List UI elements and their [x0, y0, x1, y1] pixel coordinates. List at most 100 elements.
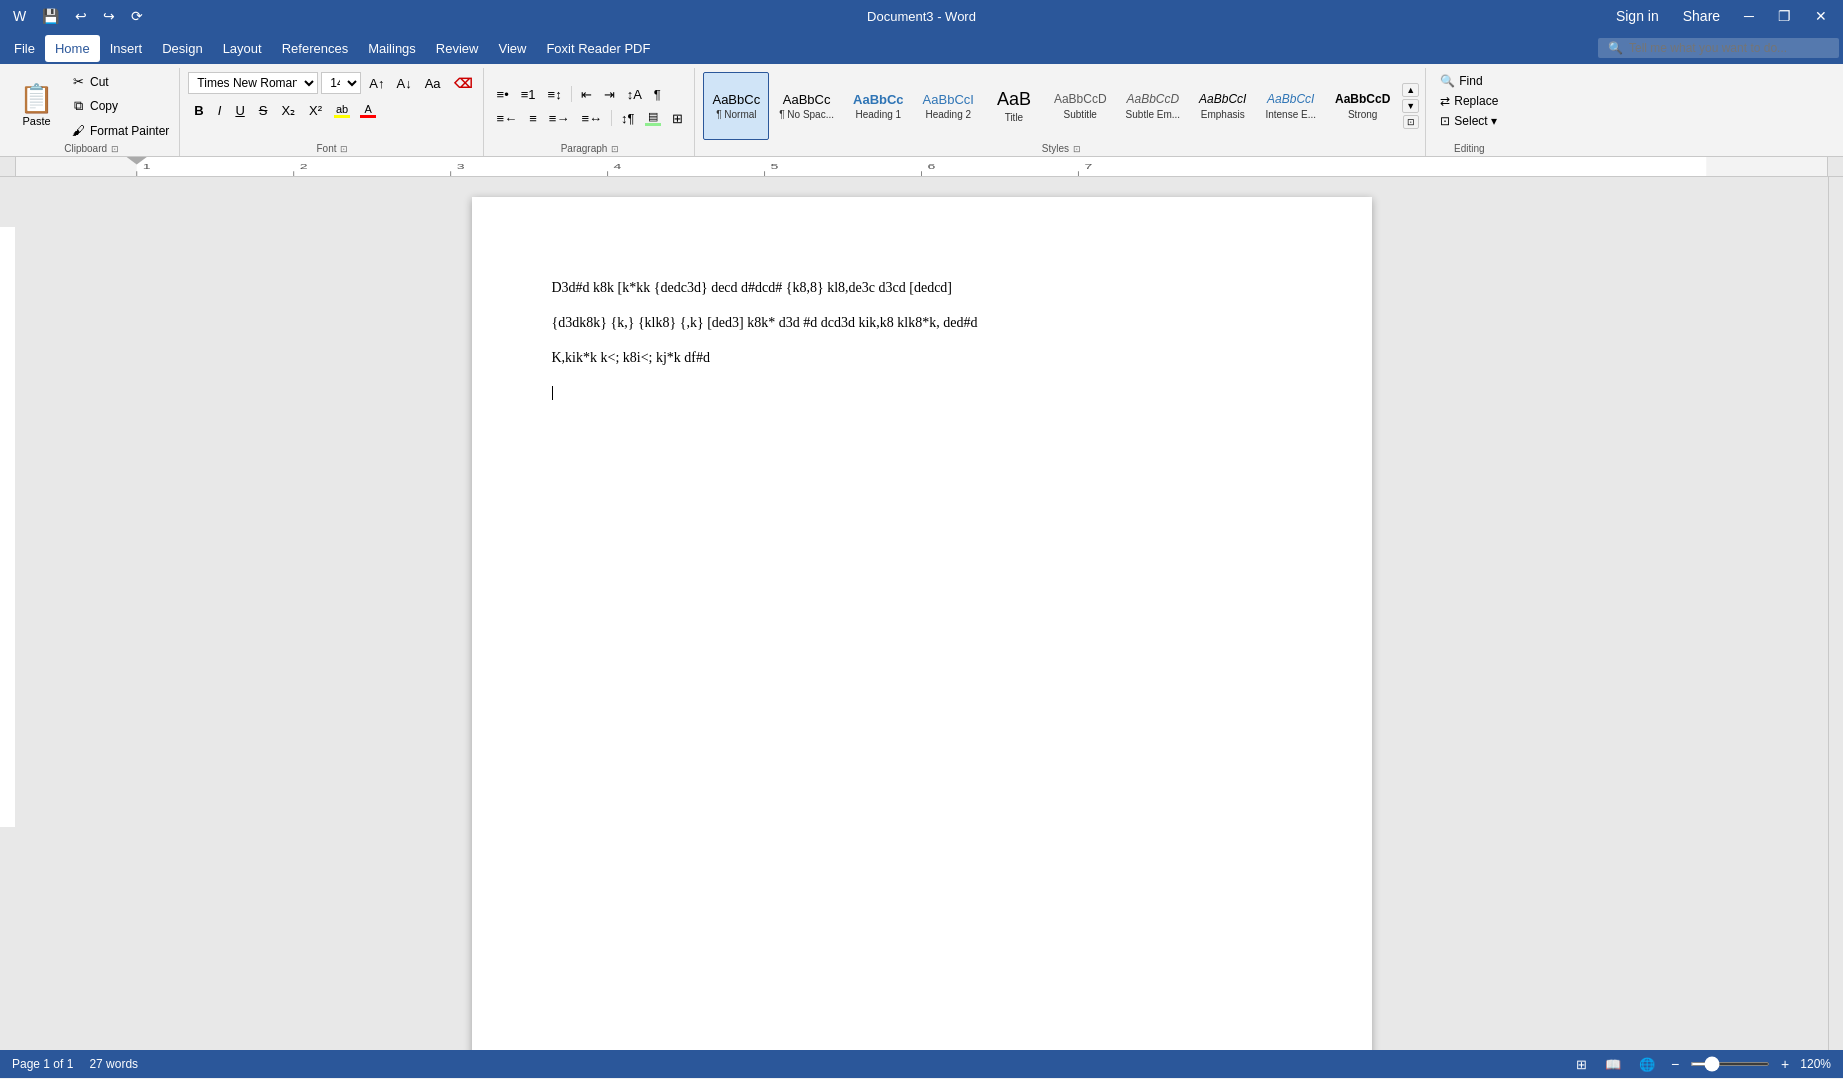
menu-foxit[interactable]: Foxit Reader PDF	[536, 35, 660, 62]
format-painter-button[interactable]: 🖌 Format Painter	[66, 121, 173, 140]
style-subtle-em[interactable]: AaBbCcD Subtle Em...	[1117, 72, 1189, 140]
shading-button[interactable]: ▤	[641, 108, 665, 128]
read-mode-button[interactable]: 📖	[1600, 1055, 1626, 1074]
minimize-button[interactable]: ─	[1736, 4, 1762, 28]
italic-button[interactable]: I	[212, 100, 228, 121]
paste-button[interactable]: 📋 Paste	[10, 72, 63, 140]
menu-mailings[interactable]: Mailings	[358, 35, 426, 62]
menu-review[interactable]: Review	[426, 35, 489, 62]
redo-button[interactable]: ↪	[98, 6, 120, 26]
highlight-color-bar	[334, 115, 350, 118]
document-page[interactable]: D3d#d k8k [k*kk {dedc3d} decd d#dcd# {k8…	[472, 197, 1372, 1050]
word-count: 27 words	[89, 1057, 138, 1071]
font-name-select[interactable]: Times New Roman	[188, 72, 318, 94]
align-left-button[interactable]: ≡←	[492, 108, 523, 129]
clear-format-button[interactable]: ⌫	[449, 73, 477, 94]
style-subtitle[interactable]: AaBbCcD Subtitle	[1045, 72, 1116, 140]
cut-button[interactable]: ✂ Cut	[66, 72, 173, 91]
menu-file[interactable]: File	[4, 35, 45, 62]
zoom-level: 120%	[1800, 1057, 1831, 1071]
paragraph-expand-icon[interactable]: ⊡	[611, 144, 619, 154]
style-emphasis[interactable]: AaBbCcI Emphasis	[1190, 72, 1255, 140]
spinner-button[interactable]: ⟳	[126, 6, 148, 26]
font-expand-icon[interactable]: ⊡	[340, 144, 348, 154]
find-label: Find	[1459, 74, 1482, 88]
multilevel-button[interactable]: ≡↕	[543, 84, 567, 105]
decrease-indent-button[interactable]: ⇤	[576, 84, 597, 105]
align-center-button[interactable]: ≡	[524, 108, 542, 129]
clipboard-expand-icon[interactable]: ⊡	[111, 144, 119, 154]
styles-expand-button[interactable]: ⊡	[1403, 115, 1419, 129]
underline-button[interactable]: U	[229, 100, 250, 121]
menu-layout[interactable]: Layout	[213, 35, 272, 62]
menu-design[interactable]: Design	[152, 35, 212, 62]
styles-scroll-up-button[interactable]: ▲	[1402, 83, 1419, 97]
share-button[interactable]: Share	[1675, 4, 1728, 28]
superscript-button[interactable]: X²	[303, 100, 328, 121]
style-intense-em[interactable]: AaBbCcI Intense E...	[1256, 72, 1325, 140]
menu-view[interactable]: View	[488, 35, 536, 62]
style-subtle-em-preview: AaBbCcD	[1126, 92, 1179, 106]
search-input[interactable]	[1629, 41, 1829, 55]
styles-expand-icon[interactable]: ⊡	[1073, 144, 1081, 154]
bullets-button[interactable]: ≡•	[492, 84, 514, 105]
zoom-in-button[interactable]: +	[1778, 1056, 1792, 1072]
menu-home[interactable]: Home	[45, 35, 100, 62]
menu-insert[interactable]: Insert	[100, 35, 153, 62]
copy-button[interactable]: ⧉ Copy	[66, 96, 173, 116]
select-button[interactable]: ⊡ Select ▾	[1434, 112, 1504, 130]
increase-font-button[interactable]: A↑	[364, 73, 389, 94]
font-color-button[interactable]: A	[356, 101, 380, 120]
style-heading1[interactable]: AaBbCc Heading 1	[844, 72, 913, 140]
close-button[interactable]: ✕	[1807, 4, 1835, 28]
sign-in-button[interactable]: Sign in	[1608, 4, 1667, 28]
styles-scroll-down-button[interactable]: ▼	[1402, 99, 1419, 113]
format-painter-label: Format Painter	[90, 124, 169, 138]
strikethrough-button[interactable]: S	[253, 100, 274, 121]
show-formatting-button[interactable]: ¶	[649, 84, 666, 105]
style-title[interactable]: AaB Title	[984, 72, 1044, 140]
ruler-right-margin	[1828, 157, 1843, 176]
word-icon[interactable]: W	[8, 6, 31, 26]
sort-button[interactable]: ↕A	[622, 84, 647, 105]
style-no-spacing[interactable]: AaBbCc ¶ No Spac...	[770, 72, 843, 140]
style-normal[interactable]: AaBbCc ¶ Normal	[703, 72, 769, 140]
undo-button[interactable]: ↩	[70, 6, 92, 26]
find-button[interactable]: 🔍 Find	[1434, 72, 1504, 90]
svg-text:3: 3	[457, 163, 465, 170]
subscript-button[interactable]: X₂	[275, 100, 301, 121]
style-intense-em-label: Intense E...	[1265, 109, 1316, 120]
style-strong[interactable]: AaBbCcD Strong	[1326, 72, 1399, 140]
page-info: Page 1 of 1	[12, 1057, 73, 1071]
ruler-left-margin	[0, 157, 15, 176]
style-strong-label: Strong	[1348, 109, 1377, 120]
main-area: D3d#d k8k [k*kk {dedc3d} decd d#dcd# {k8…	[0, 177, 1843, 1050]
justify-button[interactable]: ≡↔	[576, 108, 607, 129]
document-container[interactable]: D3d#d k8k [k*kk {dedc3d} decd d#dcd# {k8…	[15, 177, 1828, 1050]
align-right-button[interactable]: ≡→	[544, 108, 575, 129]
replace-button[interactable]: ⇄ Replace	[1434, 92, 1504, 110]
vertical-scrollbar[interactable]	[1828, 177, 1843, 1050]
numbering-button[interactable]: ≡1	[516, 84, 541, 105]
menu-references[interactable]: References	[272, 35, 358, 62]
bold-button[interactable]: B	[188, 100, 209, 121]
save-button[interactable]: 💾	[37, 6, 64, 26]
zoom-out-button[interactable]: −	[1668, 1056, 1682, 1072]
line-spacing-button[interactable]: ↕¶	[616, 108, 639, 129]
restore-button[interactable]: ❐	[1770, 4, 1799, 28]
font-size-select[interactable]: 14	[321, 72, 361, 94]
zoom-slider[interactable]	[1690, 1062, 1770, 1066]
decrease-font-button[interactable]: A↓	[392, 73, 417, 94]
increase-indent-button[interactable]: ⇥	[599, 84, 620, 105]
style-emphasis-preview: AaBbCcI	[1199, 92, 1246, 106]
web-layout-button[interactable]: 🌐	[1634, 1055, 1660, 1074]
style-heading1-preview: AaBbCc	[853, 92, 904, 108]
change-case-button[interactable]: Aa	[420, 73, 446, 94]
style-heading2[interactable]: AaBbCcI Heading 2	[914, 72, 983, 140]
text-highlight-button[interactable]: ab	[330, 101, 354, 120]
borders-button[interactable]: ⊞	[667, 108, 688, 129]
editing-group: 🔍 Find ⇄ Replace ⊡ Select ▾ Editing	[1428, 68, 1510, 156]
clipboard-label: Clipboard	[64, 143, 107, 154]
print-layout-button[interactable]: ⊞	[1571, 1055, 1592, 1074]
window-controls: Sign in Share ─ ❐ ✕	[1608, 4, 1835, 28]
